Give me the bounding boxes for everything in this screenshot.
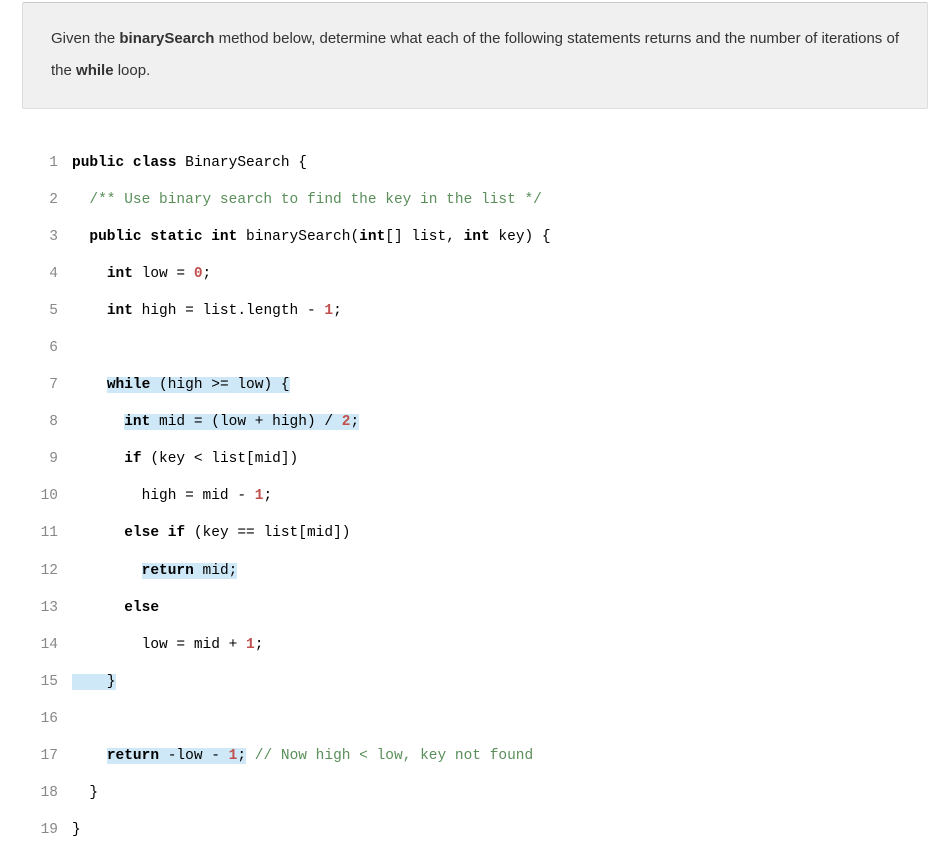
line-number: 16 [20, 710, 72, 729]
line-number: 19 [20, 821, 72, 840]
line-number: 6 [20, 339, 72, 358]
line-number: 14 [20, 636, 72, 655]
code-line: } [72, 673, 950, 692]
line-number: 15 [20, 673, 72, 692]
line-number: 12 [20, 562, 72, 581]
code-line: public class BinarySearch { [72, 154, 950, 173]
line-number: 11 [20, 524, 72, 543]
line-number: 18 [20, 784, 72, 803]
line-number: 8 [20, 413, 72, 432]
line-number: 7 [20, 376, 72, 395]
code-line: } [72, 784, 950, 803]
line-number: 4 [20, 265, 72, 284]
code-line [72, 710, 950, 729]
line-number: 10 [20, 487, 72, 506]
line-number: 5 [20, 302, 72, 321]
code-line: int high = list.length - 1; [72, 302, 950, 321]
question-part3: loop. [114, 62, 151, 79]
question-bold1: binarySearch [119, 30, 214, 47]
code-line: else if (key == list[mid]) [72, 524, 950, 543]
question-text: Given the binarySearch method below, det… [51, 23, 899, 86]
code-line: } [72, 821, 950, 840]
line-number: 17 [20, 747, 72, 766]
line-number: 2 [20, 191, 72, 210]
code-line: if (key < list[mid]) [72, 450, 950, 469]
code-line: /** Use binary search to find the key in… [72, 191, 950, 210]
code-line: low = mid + 1; [72, 636, 950, 655]
code-line: int low = 0; [72, 265, 950, 284]
line-number: 3 [20, 228, 72, 247]
code-line: public static int binarySearch(int[] lis… [72, 228, 950, 247]
line-number: 1 [20, 154, 72, 173]
question-part1: Given the [51, 30, 119, 47]
code-line: return mid; [72, 562, 950, 581]
code-line: return -low - 1; // Now high < low, key … [72, 747, 950, 766]
code-line [72, 339, 950, 358]
line-number: 13 [20, 599, 72, 618]
question-box: Given the binarySearch method below, det… [22, 2, 928, 109]
code-block: 1public class BinarySearch { 2 /** Use b… [20, 135, 950, 858]
code-line: high = mid - 1; [72, 487, 950, 506]
question-bold2: while [76, 62, 114, 79]
code-line: while (high >= low) { [72, 376, 950, 395]
code-line: else [72, 599, 950, 618]
code-line: int mid = (low + high) / 2; [72, 413, 950, 432]
line-number: 9 [20, 450, 72, 469]
